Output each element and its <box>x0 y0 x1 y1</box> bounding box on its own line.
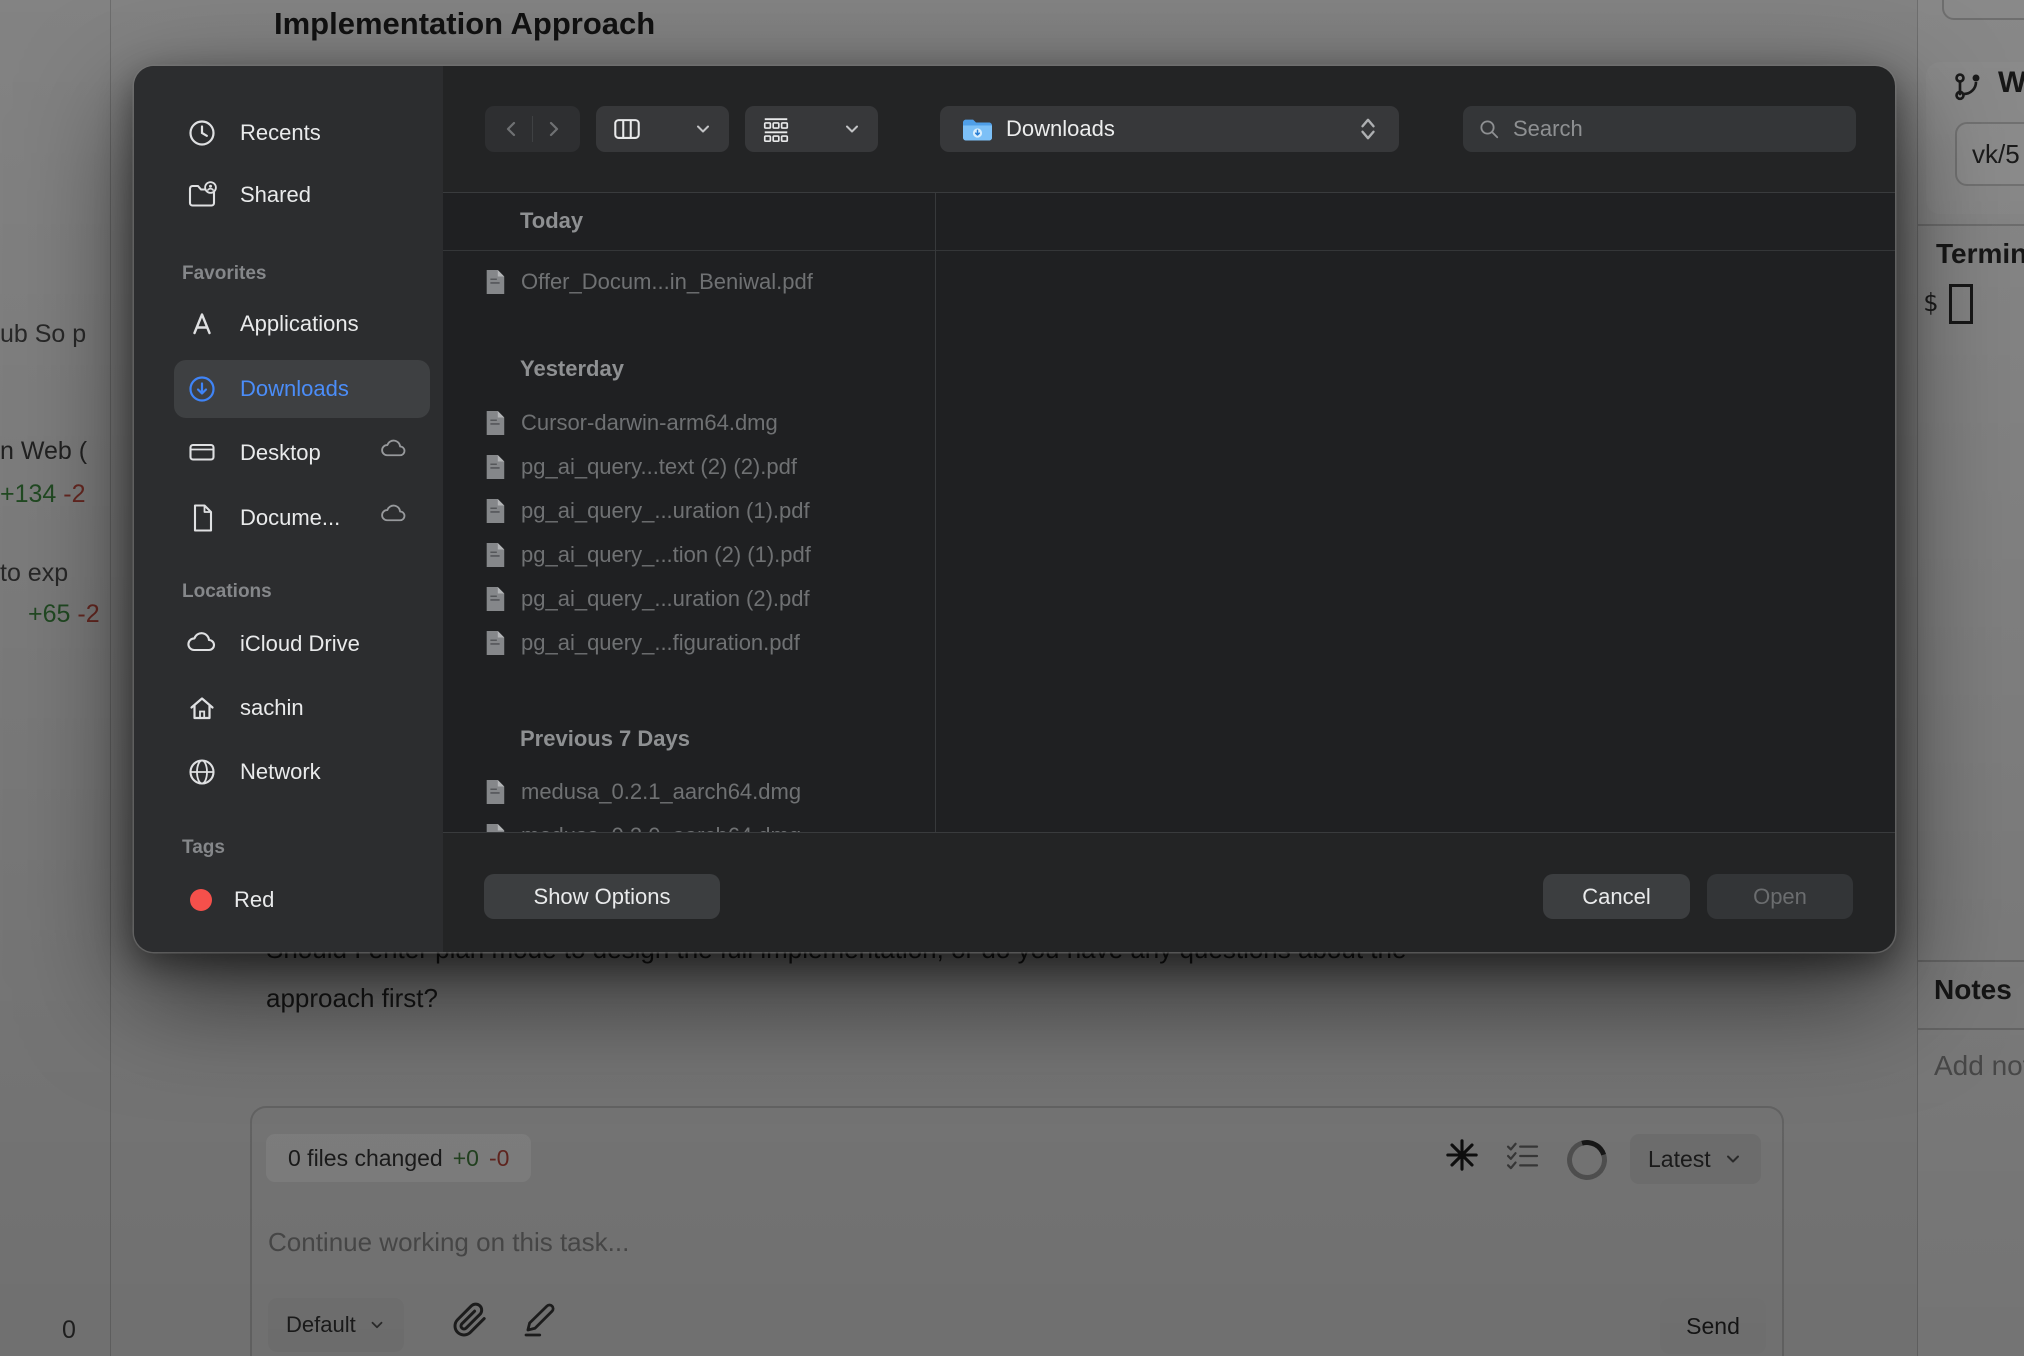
shared-folder-icon <box>186 179 218 211</box>
red-tag-icon <box>190 889 212 911</box>
file-browser: Today Offer_Docum...in_Beniwal.pdf Yeste… <box>443 192 1895 833</box>
file-row[interactable]: Offer_Docum...in_Beniwal.pdf <box>471 260 927 304</box>
file-name: pg_ai_query...text (2) (2).pdf <box>521 454 797 479</box>
open-file-dialog: Recents Shared Favorites Applications Do… <box>134 66 1895 952</box>
sidebar-item-network[interactable]: Network <box>174 743 430 801</box>
chevron-down-icon <box>842 119 862 139</box>
sidebar-item-downloads[interactable]: Downloads <box>174 360 430 418</box>
file-name: pg_ai_query_...tion (2) (1).pdf <box>521 542 811 567</box>
view-mode-dropdown[interactable] <box>596 106 729 152</box>
sidebar-item-label: Shared <box>240 182 311 207</box>
file-row[interactable]: pg_ai_query_...uration (2).pdf <box>471 577 927 621</box>
sidebar-item-label: Network <box>240 759 321 784</box>
file-icon <box>483 541 507 569</box>
folder-icon <box>960 113 992 145</box>
desktop-icon <box>186 437 218 469</box>
file-icon <box>483 268 507 296</box>
divider <box>532 116 533 142</box>
updown-chevrons-icon <box>1357 114 1379 144</box>
sidebar-item-applications[interactable]: Applications <box>174 295 430 353</box>
sidebar-item-label: Applications <box>240 311 359 336</box>
file-icon <box>483 453 507 481</box>
file-row[interactable]: pg_ai_query_...uration (1).pdf <box>471 489 927 533</box>
sidebar-item-label: Downloads <box>240 376 349 401</box>
search-input[interactable] <box>1511 115 1842 143</box>
sidebar-section-tags: Tags <box>182 837 225 858</box>
dialog-sidebar: Recents Shared Favorites Applications Do… <box>134 66 443 952</box>
nav-buttons <box>485 106 580 152</box>
cloud-sync-icon <box>377 501 411 529</box>
back-icon[interactable] <box>500 117 524 141</box>
cancel-button[interactable]: Cancel <box>1543 874 1690 919</box>
sidebar-item-recents[interactable]: Recents <box>174 104 430 162</box>
search-field[interactable] <box>1463 106 1856 152</box>
sidebar-item-icloud[interactable]: iCloud Drive <box>174 615 430 673</box>
file-row-clipped[interactable]: medusa_0.2.0_aarch64.dmg <box>471 814 927 833</box>
columns-view-icon <box>612 114 642 144</box>
file-name: medusa_0.2.0_aarch64.dmg <box>521 823 801 832</box>
sidebar-item-label: Desktop <box>240 440 321 465</box>
file-row[interactable]: pg_ai_query_...tion (2) (1).pdf <box>471 533 927 577</box>
house-icon <box>186 692 218 724</box>
file-name: pg_ai_query_...figuration.pdf <box>521 630 800 655</box>
preview-column <box>936 193 1895 832</box>
file-icon <box>483 497 507 525</box>
sidebar-item-label: Red <box>234 887 275 912</box>
sidebar-item-label: Docume... <box>240 505 341 530</box>
file-name: medusa_0.2.1_aarch64.dmg <box>521 779 802 804</box>
sidebar-section-favorites: Favorites <box>182 263 267 284</box>
sidebar-item-label: Recents <box>240 120 321 145</box>
file-row[interactable]: pg_ai_query...text (2) (2).pdf <box>471 445 927 489</box>
show-options-button[interactable]: Show Options <box>484 874 720 919</box>
group-header-yesterday: Yesterday <box>520 356 624 381</box>
file-row[interactable]: pg_ai_query_...figuration.pdf <box>471 621 927 665</box>
location-label: Downloads <box>1006 116 1115 141</box>
appstore-icon <box>186 308 218 340</box>
file-icon <box>483 822 507 833</box>
download-circle-icon <box>186 373 218 405</box>
group-by-dropdown[interactable] <box>745 106 878 152</box>
sidebar-item-home[interactable]: sachin <box>174 679 430 737</box>
sidebar-item-label: iCloud Drive <box>240 631 360 656</box>
document-icon <box>186 502 218 534</box>
file-name: Cursor-darwin-arm64.dmg <box>521 410 778 435</box>
screen: ub So p n Web ( +134 -2 to exp +65 -2 0 … <box>0 0 2024 1356</box>
clock-icon <box>186 117 218 149</box>
file-icon <box>483 409 507 437</box>
cloud-icon <box>186 628 218 660</box>
sidebar-item-shared[interactable]: Shared <box>174 166 430 224</box>
search-icon <box>1477 117 1501 141</box>
group-view-icon <box>761 114 791 144</box>
forward-icon[interactable] <box>541 117 565 141</box>
file-icon <box>483 585 507 613</box>
open-button[interactable]: Open <box>1707 874 1853 919</box>
group-header-previous: Previous 7 Days <box>520 726 690 751</box>
cloud-sync-icon <box>377 436 411 464</box>
group-header-today: Today <box>520 208 584 233</box>
chevron-down-icon <box>693 119 713 139</box>
sidebar-item-tag-red[interactable]: Red <box>174 871 430 929</box>
file-name: Offer_Docum...in_Beniwal.pdf <box>521 269 813 294</box>
globe-icon <box>186 756 218 788</box>
file-icon <box>483 778 507 806</box>
location-dropdown[interactable]: Downloads <box>940 106 1399 152</box>
file-icon <box>483 629 507 657</box>
sidebar-section-locations: Locations <box>182 581 272 602</box>
file-name: pg_ai_query_...uration (2).pdf <box>521 586 810 611</box>
file-name: pg_ai_query_...uration (1).pdf <box>521 498 810 523</box>
sidebar-item-label: sachin <box>240 695 304 720</box>
file-row[interactable]: medusa_0.2.1_aarch64.dmg <box>471 770 927 814</box>
file-row[interactable]: Cursor-darwin-arm64.dmg <box>471 401 927 445</box>
